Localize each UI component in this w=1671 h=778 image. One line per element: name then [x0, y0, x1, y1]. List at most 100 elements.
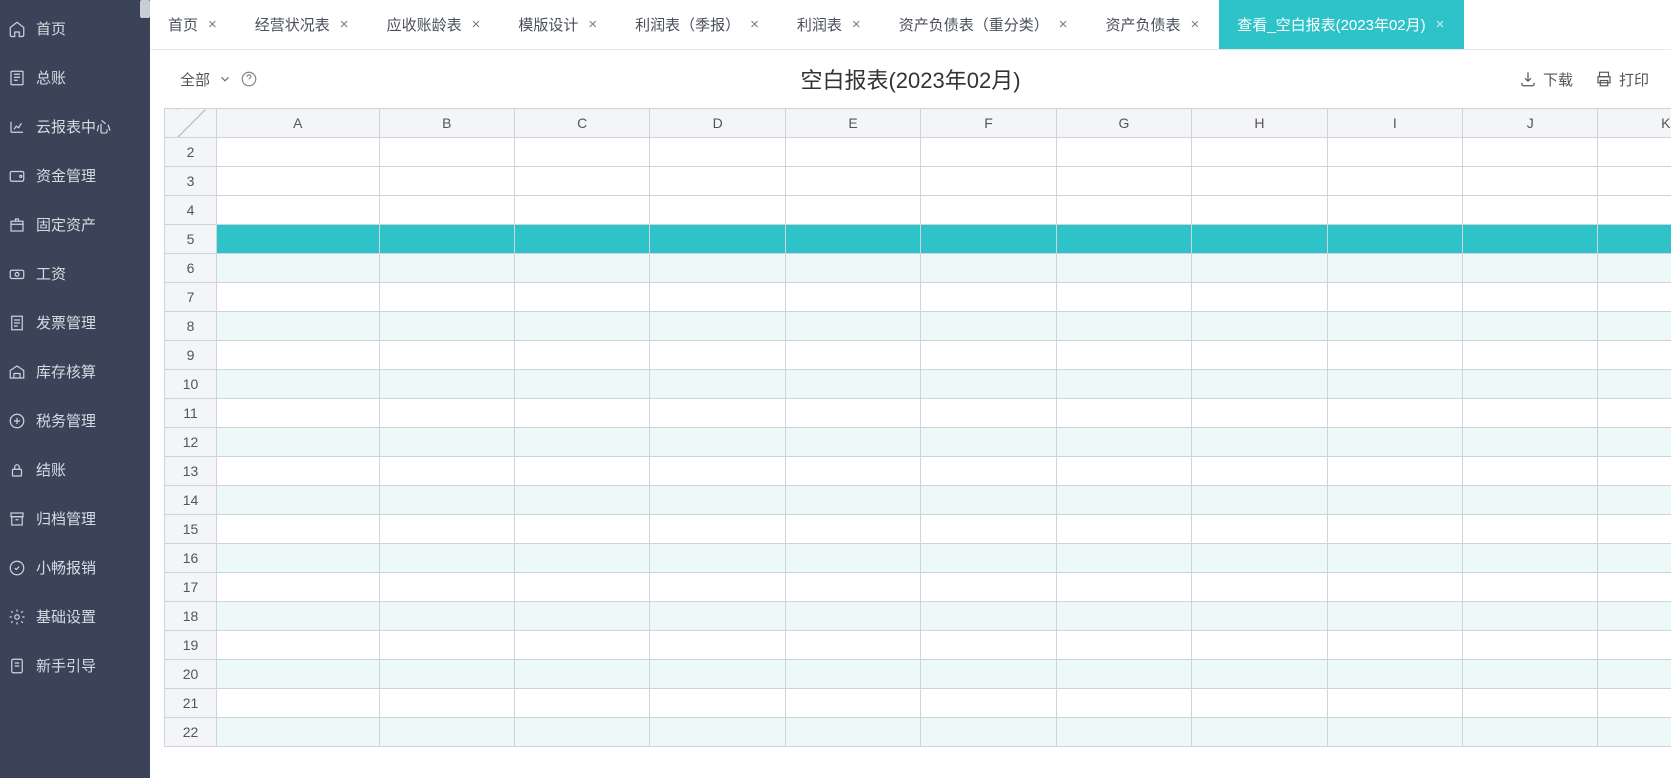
cell[interactable]: [514, 486, 649, 515]
cell[interactable]: [1056, 312, 1191, 341]
cell[interactable]: [1327, 254, 1462, 283]
row-header[interactable]: 20: [165, 660, 217, 689]
cell[interactable]: [379, 689, 514, 718]
cell[interactable]: [514, 341, 649, 370]
cell[interactable]: [514, 515, 649, 544]
cell[interactable]: [1192, 631, 1327, 660]
row-header[interactable]: 8: [165, 312, 217, 341]
cell[interactable]: [1192, 138, 1327, 167]
cell[interactable]: [1598, 254, 1671, 283]
cell[interactable]: [379, 660, 514, 689]
sidebar-item-chart[interactable]: 云报表中心: [0, 102, 150, 151]
cell[interactable]: [1463, 312, 1598, 341]
cell[interactable]: [217, 718, 380, 747]
cell[interactable]: [1192, 718, 1327, 747]
col-header[interactable]: C: [514, 109, 649, 138]
cell[interactable]: [217, 544, 380, 573]
cell[interactable]: [514, 167, 649, 196]
cell[interactable]: [650, 457, 785, 486]
row-header[interactable]: 2: [165, 138, 217, 167]
cell[interactable]: [785, 631, 920, 660]
cell[interactable]: [1463, 138, 1598, 167]
cell[interactable]: [1327, 689, 1462, 718]
cell[interactable]: [1056, 167, 1191, 196]
cell[interactable]: [650, 689, 785, 718]
cell[interactable]: [1327, 544, 1462, 573]
cell[interactable]: [514, 602, 649, 631]
cell[interactable]: [650, 196, 785, 225]
cell[interactable]: [1056, 631, 1191, 660]
cell[interactable]: [921, 573, 1056, 602]
filter-dropdown[interactable]: 全部: [180, 69, 258, 90]
tab[interactable]: 资产负债表（重分类）×: [881, 0, 1088, 49]
cell[interactable]: [379, 515, 514, 544]
col-header[interactable]: I: [1327, 109, 1462, 138]
cell[interactable]: [921, 428, 1056, 457]
cell[interactable]: [650, 341, 785, 370]
cell[interactable]: [379, 167, 514, 196]
row-header[interactable]: 5: [165, 225, 217, 254]
cell[interactable]: [921, 631, 1056, 660]
cell[interactable]: [217, 573, 380, 602]
col-header[interactable]: K: [1598, 109, 1671, 138]
cell[interactable]: [785, 602, 920, 631]
close-icon[interactable]: ×: [206, 16, 219, 33]
cell[interactable]: [1056, 486, 1191, 515]
cell[interactable]: [785, 544, 920, 573]
cell[interactable]: [921, 457, 1056, 486]
cell[interactable]: [217, 631, 380, 660]
cell[interactable]: [1327, 718, 1462, 747]
cell[interactable]: [514, 370, 649, 399]
cell[interactable]: [921, 283, 1056, 312]
sidebar-item-home[interactable]: 首页: [0, 4, 150, 53]
cell[interactable]: [1327, 370, 1462, 399]
cell[interactable]: [921, 341, 1056, 370]
col-header[interactable]: D: [650, 109, 785, 138]
col-header[interactable]: H: [1192, 109, 1327, 138]
cell[interactable]: [514, 660, 649, 689]
cell[interactable]: [1463, 167, 1598, 196]
cell[interactable]: [514, 283, 649, 312]
cell[interactable]: [921, 312, 1056, 341]
cell[interactable]: [1192, 544, 1327, 573]
sidebar-item-box[interactable]: 固定资产: [0, 200, 150, 249]
cell[interactable]: [379, 457, 514, 486]
row-header[interactable]: 22: [165, 718, 217, 747]
sidebar-item-ledger[interactable]: 总账: [0, 53, 150, 102]
cell[interactable]: [1056, 428, 1191, 457]
cell[interactable]: [650, 167, 785, 196]
cell[interactable]: [1192, 167, 1327, 196]
cell[interactable]: [1463, 544, 1598, 573]
cell[interactable]: [217, 341, 380, 370]
cell[interactable]: [514, 573, 649, 602]
cell[interactable]: [217, 167, 380, 196]
col-header[interactable]: G: [1056, 109, 1191, 138]
cell[interactable]: [650, 428, 785, 457]
cell[interactable]: [514, 544, 649, 573]
cell[interactable]: [1192, 399, 1327, 428]
cell[interactable]: [650, 544, 785, 573]
row-header[interactable]: 6: [165, 254, 217, 283]
cell[interactable]: [379, 486, 514, 515]
cell[interactable]: [1598, 399, 1671, 428]
cell[interactable]: [1327, 283, 1462, 312]
row-header[interactable]: 13: [165, 457, 217, 486]
cell[interactable]: [217, 225, 380, 254]
cell[interactable]: [921, 138, 1056, 167]
cell[interactable]: [514, 196, 649, 225]
cell[interactable]: [785, 254, 920, 283]
tab[interactable]: 模版设计×: [500, 0, 617, 49]
cell[interactable]: [379, 225, 514, 254]
cell[interactable]: [1598, 631, 1671, 660]
cell[interactable]: [921, 544, 1056, 573]
cell[interactable]: [650, 283, 785, 312]
cell[interactable]: [1463, 457, 1598, 486]
cell[interactable]: [650, 254, 785, 283]
tab[interactable]: 资产负债表×: [1087, 0, 1219, 49]
cell[interactable]: [650, 225, 785, 254]
cell[interactable]: [1327, 225, 1462, 254]
cell[interactable]: [1463, 196, 1598, 225]
cell[interactable]: [217, 138, 380, 167]
cell[interactable]: [921, 602, 1056, 631]
cell[interactable]: [650, 718, 785, 747]
